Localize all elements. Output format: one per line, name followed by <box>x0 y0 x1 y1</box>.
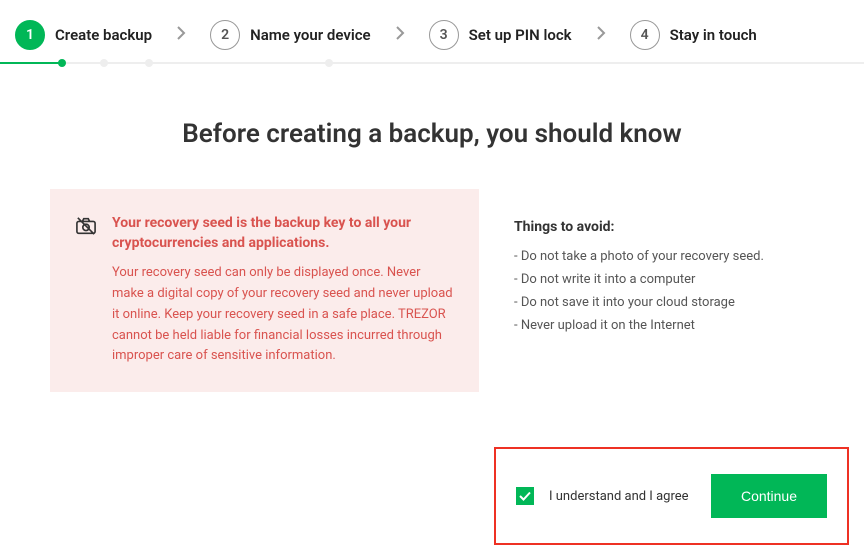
step-number: 3 <box>429 20 459 50</box>
agree-label: I understand and I agree <box>549 489 696 504</box>
avoid-item: - Do not save it into your cloud storage <box>514 295 814 310</box>
avoid-item: - Never upload it on the Internet <box>514 318 814 333</box>
check-icon <box>519 491 531 501</box>
avoid-item: - Do not write it into a computer <box>514 272 814 287</box>
stepper: 1 Create backup 2 Name your device 3 Set… <box>0 0 864 60</box>
agree-checkbox[interactable] <box>516 487 534 505</box>
warning-panel: Your recovery seed is the backup key to … <box>50 189 479 392</box>
step-number: 1 <box>15 20 45 50</box>
step-label: Set up PIN lock <box>469 26 572 44</box>
step-number: 2 <box>210 20 240 50</box>
chevron-right-icon <box>596 25 606 45</box>
step-stay-in-touch[interactable]: 4 Stay in touch <box>630 20 757 50</box>
no-camera-icon <box>75 216 97 240</box>
avoid-panel: Things to avoid: - Do not take a photo o… <box>514 189 814 392</box>
chevron-right-icon <box>395 25 405 45</box>
avoid-title: Things to avoid: <box>514 219 814 235</box>
avoid-item: - Do not take a photo of your recovery s… <box>514 249 814 264</box>
step-label: Stay in touch <box>670 26 757 44</box>
step-label: Create backup <box>55 26 152 44</box>
progress-dot <box>58 59 66 67</box>
page-title: Before creating a backup, you should kno… <box>0 119 864 149</box>
progress-bar <box>0 62 864 64</box>
chevron-right-icon <box>176 25 186 45</box>
warning-title: Your recovery seed is the backup key to … <box>112 214 454 253</box>
warning-text: Your recovery seed can only be displayed… <box>112 263 454 367</box>
step-pin-lock[interactable]: 3 Set up PIN lock <box>429 20 572 50</box>
step-label: Name your device <box>250 26 371 44</box>
progress-dot <box>145 59 153 67</box>
step-create-backup[interactable]: 1 Create backup <box>15 20 152 50</box>
progress-dot <box>100 59 108 67</box>
progress-dot <box>325 59 333 67</box>
action-highlight-box: I understand and I agree Continue <box>494 447 849 545</box>
step-name-device[interactable]: 2 Name your device <box>210 20 371 50</box>
continue-button[interactable]: Continue <box>711 474 827 518</box>
step-number: 4 <box>630 20 660 50</box>
